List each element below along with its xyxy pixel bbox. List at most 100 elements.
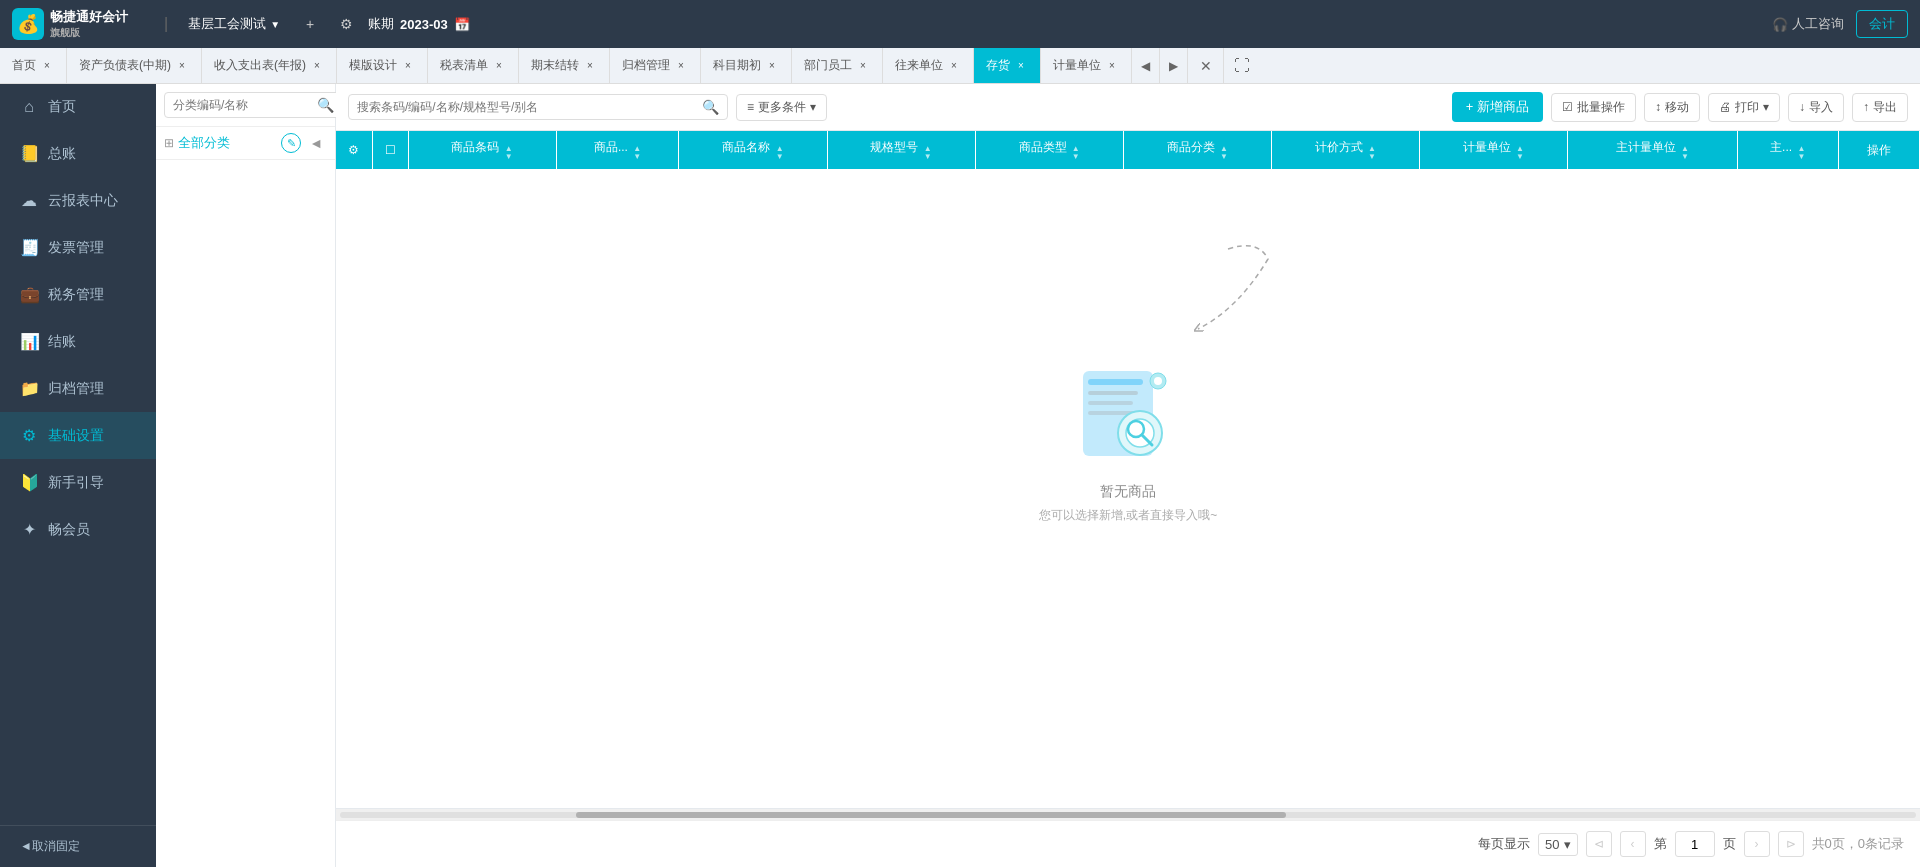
tab-dept[interactable]: 部门员工 × xyxy=(792,48,883,84)
filter-button[interactable]: ≡ 更多条件 ▾ xyxy=(736,94,827,121)
sidebar-item-guide[interactable]: 🔰 新手引导 xyxy=(0,459,156,506)
tab-income-label: 收入支出表(年报) xyxy=(214,57,306,74)
tab-taxlist[interactable]: 税表清单 × xyxy=(428,48,519,84)
tab-balance-close[interactable]: × xyxy=(175,59,189,73)
col-type[interactable]: 商品类型 ▲▼ xyxy=(975,131,1123,169)
item-search-input[interactable] xyxy=(357,100,698,114)
page-first-button[interactable]: ⊲ xyxy=(1586,831,1612,857)
tab-contact-close[interactable]: × xyxy=(947,59,961,73)
ledger-icon: 📒 xyxy=(20,144,38,163)
sidebar-item-settings[interactable]: ⚙ 基础设置 xyxy=(0,412,156,459)
new-item-button[interactable]: + 新增商品 xyxy=(1452,92,1543,122)
tab-income-close[interactable]: × xyxy=(310,59,324,73)
move-button[interactable]: ↕ 移动 xyxy=(1644,93,1700,122)
col-code[interactable]: 商品... ▲▼ xyxy=(556,131,679,169)
tab-contact[interactable]: 往来单位 × xyxy=(883,48,974,84)
add-tab-button[interactable]: + xyxy=(296,10,324,38)
tab-closing-close[interactable]: × xyxy=(583,59,597,73)
tab-inventory[interactable]: 存货 × xyxy=(974,48,1041,84)
tab-balance[interactable]: 资产负债表(中期) × xyxy=(67,48,202,84)
item-search-box: 🔍 xyxy=(348,94,728,120)
calendar-icon[interactable]: 📅 xyxy=(454,17,470,32)
import-button[interactable]: ↓ 导入 xyxy=(1788,93,1844,122)
col-extra[interactable]: 主... ▲▼ xyxy=(1737,131,1838,169)
batch-ops-button[interactable]: ☑ 批量操作 xyxy=(1551,93,1636,122)
edit-category-button[interactable]: ✎ xyxy=(281,133,301,153)
page-prev-button[interactable]: ‹ xyxy=(1620,831,1646,857)
scrollbar-thumb[interactable] xyxy=(576,812,1285,818)
col-unit[interactable]: 计量单位 ▲▼ xyxy=(1419,131,1567,169)
page-next-button[interactable]: › xyxy=(1744,831,1770,857)
sidebar-item-archive[interactable]: 📁 归档管理 xyxy=(0,365,156,412)
service-button[interactable]: 🎧 人工咨询 xyxy=(1772,15,1844,33)
category-search-input[interactable] xyxy=(173,98,313,112)
all-category-item[interactable]: 全部分类 xyxy=(178,134,277,152)
tab-home-close[interactable]: × xyxy=(40,59,54,73)
tab-template-close[interactable]: × xyxy=(401,59,415,73)
page-last-button[interactable]: ⊳ xyxy=(1778,831,1804,857)
col-settings[interactable]: ⚙ xyxy=(336,131,372,169)
app-logo: 💰 畅捷通好会计 旗舰版 xyxy=(12,8,152,40)
col-ops[interactable]: 操作 xyxy=(1838,131,1919,169)
tab-template-label: 模版设计 xyxy=(349,57,397,74)
tab-home[interactable]: 首页 × xyxy=(0,48,67,84)
unpin-button[interactable]: ◄取消固定 xyxy=(0,825,156,867)
collapse-panel-button[interactable]: ◄ xyxy=(305,133,327,153)
tab-archive[interactable]: 归档管理 × xyxy=(610,48,701,84)
tab-next-button[interactable]: ▶ xyxy=(1160,48,1188,84)
print-button[interactable]: 🖨 打印 ▾ xyxy=(1708,93,1780,122)
sidebar-item-tax[interactable]: 💼 税务管理 xyxy=(0,271,156,318)
tab-dept-label: 部门员工 xyxy=(804,57,852,74)
sidebar-item-ledger[interactable]: 📒 总账 xyxy=(0,130,156,177)
sidebar-item-member[interactable]: ✦ 畅会员 xyxy=(0,506,156,553)
svg-rect-3 xyxy=(1088,401,1133,405)
export-icon: ↑ xyxy=(1863,100,1869,114)
col-name[interactable]: 商品名称 ▲▼ xyxy=(679,131,827,169)
sidebar-item-tax-label: 税务管理 xyxy=(48,286,104,304)
svg-rect-1 xyxy=(1088,379,1143,385)
sidebar-item-guide-label: 新手引导 xyxy=(48,474,104,492)
sidebar-item-home[interactable]: ⌂ 首页 xyxy=(0,84,156,130)
category-search-icon[interactable]: 🔍 xyxy=(317,97,334,113)
item-search-icon[interactable]: 🔍 xyxy=(702,99,719,115)
tab-taxlist-close[interactable]: × xyxy=(492,59,506,73)
sidebar-item-reports[interactable]: ☁ 云报表中心 xyxy=(0,177,156,224)
tab-unit-close[interactable]: × xyxy=(1105,59,1119,73)
headset-icon: 🎧 xyxy=(1772,17,1788,32)
col-price-method[interactable]: 计价方式 ▲▼ xyxy=(1271,131,1419,169)
tab-unit[interactable]: 计量单位 × xyxy=(1041,48,1132,84)
tab-prev-button[interactable]: ◀ xyxy=(1132,48,1160,84)
col-main-unit[interactable]: 主计量单位 ▲▼ xyxy=(1567,131,1737,169)
batch-ops-label: 批量操作 xyxy=(1577,99,1625,116)
col-checkbox[interactable]: ☐ xyxy=(372,131,408,169)
company-selector[interactable]: 基层工会测试 ▼ xyxy=(180,11,288,37)
sidebar-item-checkout[interactable]: 📊 结账 xyxy=(0,318,156,365)
sidebar-item-invoice[interactable]: 🧾 发票管理 xyxy=(0,224,156,271)
tab-archive-close[interactable]: × xyxy=(674,59,688,73)
export-button[interactable]: ↑ 导出 xyxy=(1852,93,1908,122)
sidebar-item-settings-label: 基础设置 xyxy=(48,427,104,445)
col-spec[interactable]: 规格型号 ▲▼ xyxy=(827,131,975,169)
tab-closing[interactable]: 期末结转 × xyxy=(519,48,610,84)
settings-button[interactable]: ⚙ xyxy=(332,10,360,38)
content-area: 🔍 ⊞ 全部分类 ✎ ◄ 🔍 xyxy=(156,84,1920,867)
tab-inventory-close[interactable]: × xyxy=(1014,59,1028,73)
tab-income[interactable]: 收入支出表(年报) × xyxy=(202,48,337,84)
filter-arrow-icon: ▾ xyxy=(810,100,816,114)
account-button[interactable]: 会计 xyxy=(1856,10,1908,38)
tab-dept-close[interactable]: × xyxy=(856,59,870,73)
tab-expand-button[interactable]: ⛶ xyxy=(1224,48,1260,84)
tab-subject[interactable]: 科目期初 × xyxy=(701,48,792,84)
print-icon: 🖨 xyxy=(1719,100,1731,114)
per-page-select[interactable]: 50 ▾ xyxy=(1538,833,1577,856)
page-input[interactable] xyxy=(1675,831,1715,857)
tab-template[interactable]: 模版设计 × xyxy=(337,48,428,84)
tab-subject-close[interactable]: × xyxy=(765,59,779,73)
tab-close-all-button[interactable]: ✕ xyxy=(1188,48,1224,84)
col-barcode[interactable]: 商品条码 ▲▼ xyxy=(408,131,556,169)
horizontal-scrollbar[interactable] xyxy=(336,808,1920,820)
invoice-icon: 🧾 xyxy=(20,238,38,257)
col-category[interactable]: 商品分类 ▲▼ xyxy=(1123,131,1271,169)
items-table: ⚙ ☐ 商品条码 ▲▼ 商品... ▲▼ 商品名称 ▲▼ xyxy=(336,131,1920,169)
guide-icon: 🔰 xyxy=(20,473,38,492)
